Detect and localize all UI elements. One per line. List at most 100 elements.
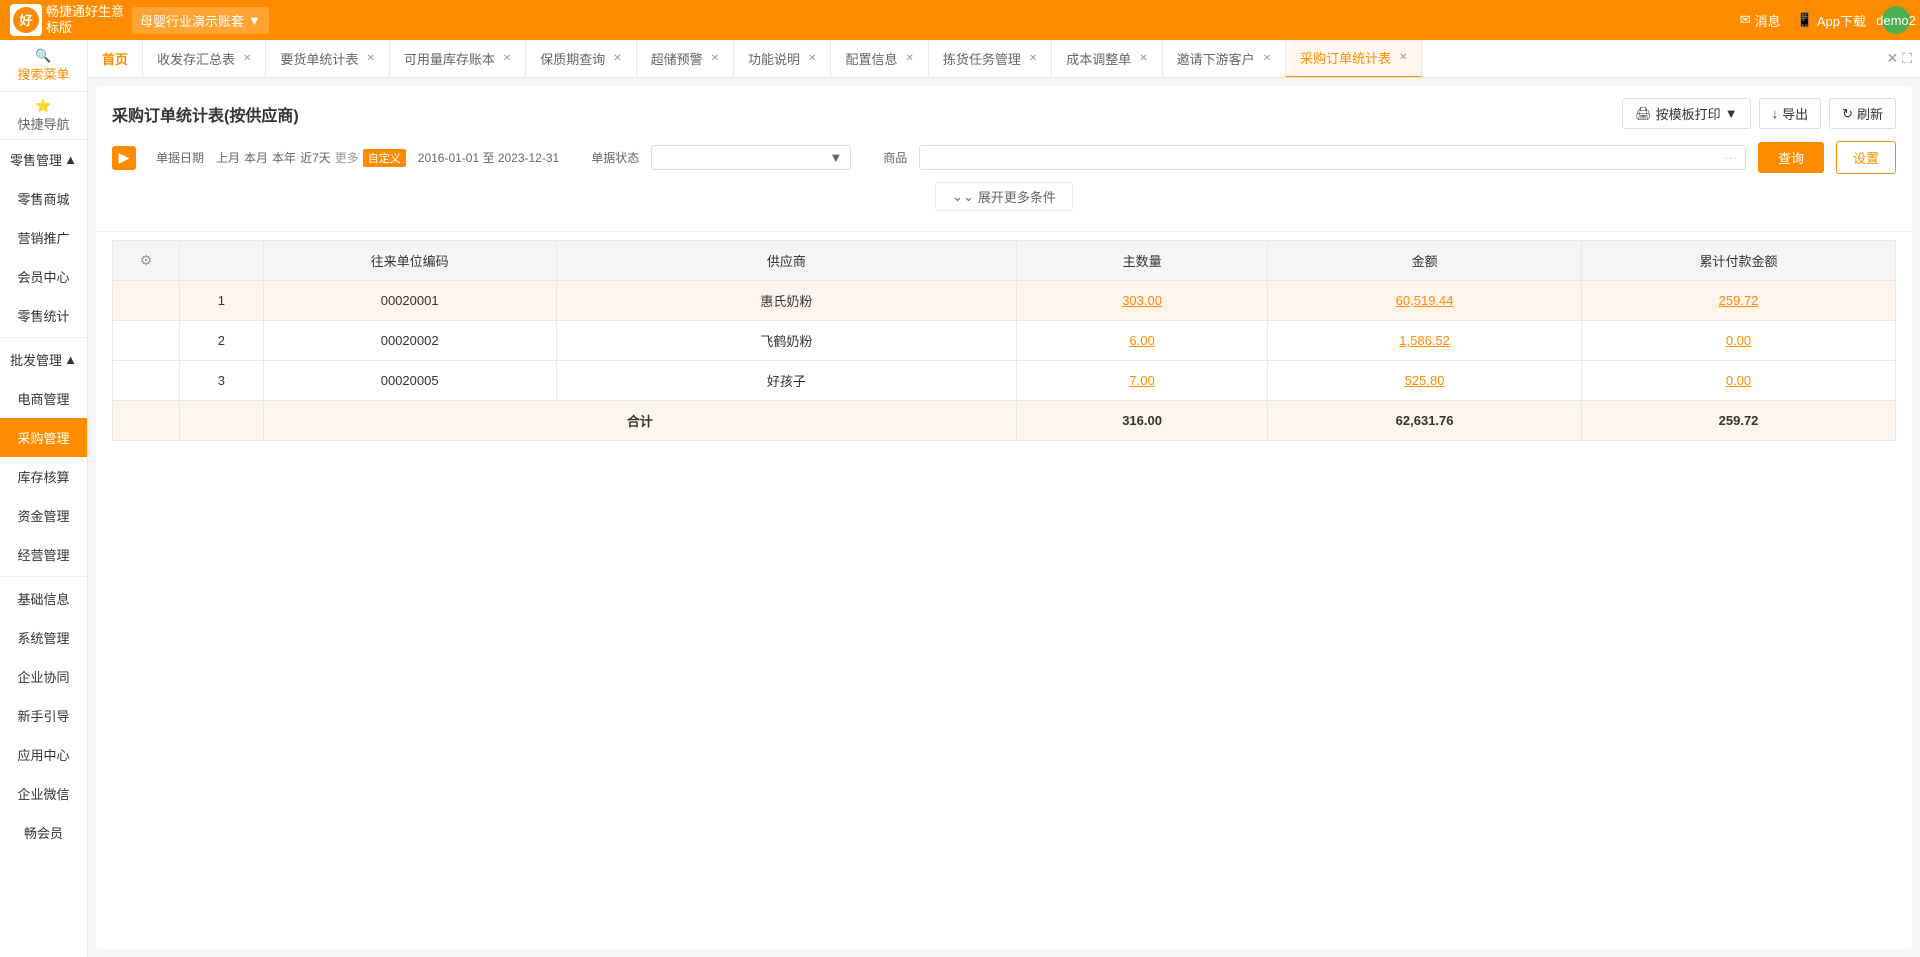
content-area: 首页 收发存汇总表 ✕ 要货单统计表 ✕ 可用量库存账本 ✕ 保质期查询 ✕ 超… [88, 40, 1920, 957]
tab-demand-stats[interactable]: 要货单统计表 ✕ [266, 40, 389, 78]
tab-close-pick-task[interactable]: ✕ [1029, 53, 1037, 64]
sidebar-item-inventory[interactable]: 库存核算 [0, 457, 87, 496]
avatar[interactable]: demo2 [1882, 6, 1910, 34]
logo-area: 好 畅捷通好生意 标版 [10, 4, 124, 36]
th-qty: 主数量 [1017, 241, 1268, 281]
tab-close-expiry-query[interactable]: ✕ [613, 53, 621, 64]
tab-pick-task[interactable]: 拣货任务管理 ✕ [929, 40, 1052, 78]
print-button[interactable]: 🖨 按模板打印 ▼ [1622, 98, 1750, 129]
sidebar-item-enterprise[interactable]: 企业协同 [0, 657, 87, 696]
sidebar-item-ecommerce[interactable]: 电商管理 [0, 379, 87, 418]
printer-icon: 🖨 [1635, 106, 1652, 122]
tab-receive-summary[interactable]: 收发存汇总表 ✕ [143, 40, 266, 78]
tab-close-overstock-warning[interactable]: ✕ [711, 53, 719, 64]
row1-paid[interactable]: 259.72 [1582, 281, 1896, 321]
row2-settings [113, 321, 180, 361]
settings-button[interactable]: 设置 [1836, 141, 1896, 174]
sidebar-item-finance[interactable]: 资金管理 [0, 496, 87, 535]
tab-overstock-warning[interactable]: 超储预警 ✕ [637, 40, 734, 78]
row3-paid[interactable]: 0.00 [1582, 361, 1896, 401]
tab-expand-btn[interactable]: ⛶ [1902, 50, 1912, 67]
download-icon: 📱 [1797, 12, 1813, 28]
page-header: 采购订单统计表(按供应商) 🖨 按模板打印 ▼ ↓ 导出 ↻ [96, 86, 1912, 129]
tab-expiry-query[interactable]: 保质期查询 ✕ [526, 40, 636, 78]
sidebar-search[interactable]: 🔍 搜索菜单 [0, 40, 87, 92]
table-footer-row: 合计 316.00 62,631.76 259.72 [113, 401, 1896, 441]
sidebar-item-app-center[interactable]: 应用中心 [0, 735, 87, 774]
tab-config-info[interactable]: 配置信息 ✕ [831, 40, 928, 78]
table-row: 2 00020002 飞鹤奶粉 6.00 1,586.52 0.00 [113, 321, 1896, 361]
tab-home[interactable]: 首页 [88, 40, 143, 78]
column-settings-icon[interactable]: ⚙ [140, 252, 153, 268]
goods-more-icon: ··· [1724, 150, 1737, 165]
query-button[interactable]: 查询 [1758, 142, 1824, 173]
tab-close-purchase-stats[interactable]: ✕ [1399, 52, 1407, 63]
row3-qty[interactable]: 7.00 [1017, 361, 1268, 401]
sidebar-item-member2[interactable]: 畅会员 [0, 813, 87, 852]
sidebar-item-newbie[interactable]: 新手引导 [0, 696, 87, 735]
sidebar-item-marketing[interactable]: 营销推广 [0, 218, 87, 257]
custom-badge[interactable]: 自定义 [363, 149, 406, 167]
message-btn[interactable]: ✉ 消息 [1740, 11, 1781, 30]
tab-close-config-info[interactable]: ✕ [905, 53, 913, 64]
sidebar-item-basic[interactable]: 基础信息 [0, 579, 87, 618]
th-code: 往来单位编码 [263, 241, 556, 281]
shortcut-last-month[interactable]: 上月 [216, 149, 240, 167]
tab-close-invite-customer[interactable]: ✕ [1263, 53, 1271, 64]
tab-purchase-stats[interactable]: 采购订单统计表 ✕ [1286, 40, 1422, 78]
tab-close-cost-adjust[interactable]: ✕ [1139, 53, 1147, 64]
date-label: 单据日期 [156, 149, 204, 166]
goods-input[interactable]: ··· [919, 145, 1746, 170]
shortcut-last-7-days[interactable]: 近7天 [300, 149, 331, 167]
filter-toggle-btn[interactable]: ▶ [112, 146, 136, 170]
sidebar-item-operations[interactable]: 经营管理 [0, 535, 87, 574]
shortcut-this-month[interactable]: 本月 [244, 149, 268, 167]
sidebar-quick-nav[interactable]: ⭐ 快捷导航 [0, 92, 87, 140]
status-select[interactable]: ▼ [651, 145, 851, 170]
tab-bar-actions: ✕ ⛶ [1878, 50, 1920, 67]
tab-close-receive-summary[interactable]: ✕ [243, 53, 251, 64]
shortcut-this-year[interactable]: 本年 [272, 149, 296, 167]
sidebar-item-wholesale[interactable]: 批发管理▲ [0, 340, 87, 379]
goods-label: 商品 [883, 149, 907, 166]
sidebar-item-retail[interactable]: 零售管理▲ [0, 140, 87, 179]
sidebar-item-retail-stats[interactable]: 零售统计 [0, 296, 87, 335]
row1-qty[interactable]: 303.00 [1017, 281, 1268, 321]
row1-code: 00020001 [263, 281, 556, 321]
expand-icon: ⌄⌄ [952, 189, 974, 205]
footer-paid: 259.72 [1582, 401, 1896, 441]
tab-invite-customer[interactable]: 邀请下游客户 ✕ [1163, 40, 1286, 78]
workspace-selector[interactable]: 母婴行业演示账套 ▼ [132, 7, 269, 34]
tab-function-desc[interactable]: 功能说明 ✕ [734, 40, 831, 78]
date-range[interactable]: 2016-01-01 至 2023-12-31 [418, 149, 559, 166]
sidebar-item-retail-shop[interactable]: 零售商城 [0, 179, 87, 218]
footer-index [179, 401, 263, 441]
table-body: 1 00020001 惠氏奶粉 303.00 60,519.44 259.72 … [113, 281, 1896, 401]
tab-close-function-desc[interactable]: ✕ [808, 53, 816, 64]
footer-settings [113, 401, 180, 441]
app-download-btn[interactable]: 📱 App下载 [1797, 11, 1866, 30]
tab-close-available-stock[interactable]: ✕ [503, 53, 511, 64]
tab-cost-adjust[interactable]: 成本调整单 ✕ [1052, 40, 1162, 78]
print-dropdown-icon: ▼ [1725, 106, 1738, 121]
th-paid: 累计付款金额 [1582, 241, 1896, 281]
shortcut-more[interactable]: 更多 [335, 149, 359, 167]
refresh-button[interactable]: ↻ 刷新 [1829, 98, 1896, 129]
export-button[interactable]: ↓ 导出 [1759, 98, 1822, 129]
row2-amount[interactable]: 1,586.52 [1268, 321, 1582, 361]
sidebar-item-purchase[interactable]: 采购管理 [0, 418, 87, 457]
chevron-down-icon: ▼ [829, 150, 842, 165]
row1-amount[interactable]: 60,519.44 [1268, 281, 1582, 321]
row2-paid[interactable]: 0.00 [1582, 321, 1896, 361]
sidebar-item-member[interactable]: 会员中心 [0, 257, 87, 296]
row2-qty[interactable]: 6.00 [1017, 321, 1268, 361]
table-section: ⚙ 往来单位编码 供应商 主数量 金额 累计付款金额 [96, 240, 1912, 457]
sidebar-item-system[interactable]: 系统管理 [0, 618, 87, 657]
expand-more-btn[interactable]: ⌄⌄ 展开更多条件 [935, 182, 1073, 211]
tab-close-demand-stats[interactable]: ✕ [366, 53, 374, 64]
sidebar-item-wechat[interactable]: 企业微信 [0, 774, 87, 813]
tab-available-stock[interactable]: 可用量库存账本 ✕ [390, 40, 526, 78]
tab-close-all-btn[interactable]: ✕ [1886, 50, 1898, 67]
sidebar: 🔍 搜索菜单 ⭐ 快捷导航 零售管理▲ 零售商城 营销推广 会员中心 零售统计 … [0, 40, 88, 957]
row3-amount[interactable]: 525.80 [1268, 361, 1582, 401]
